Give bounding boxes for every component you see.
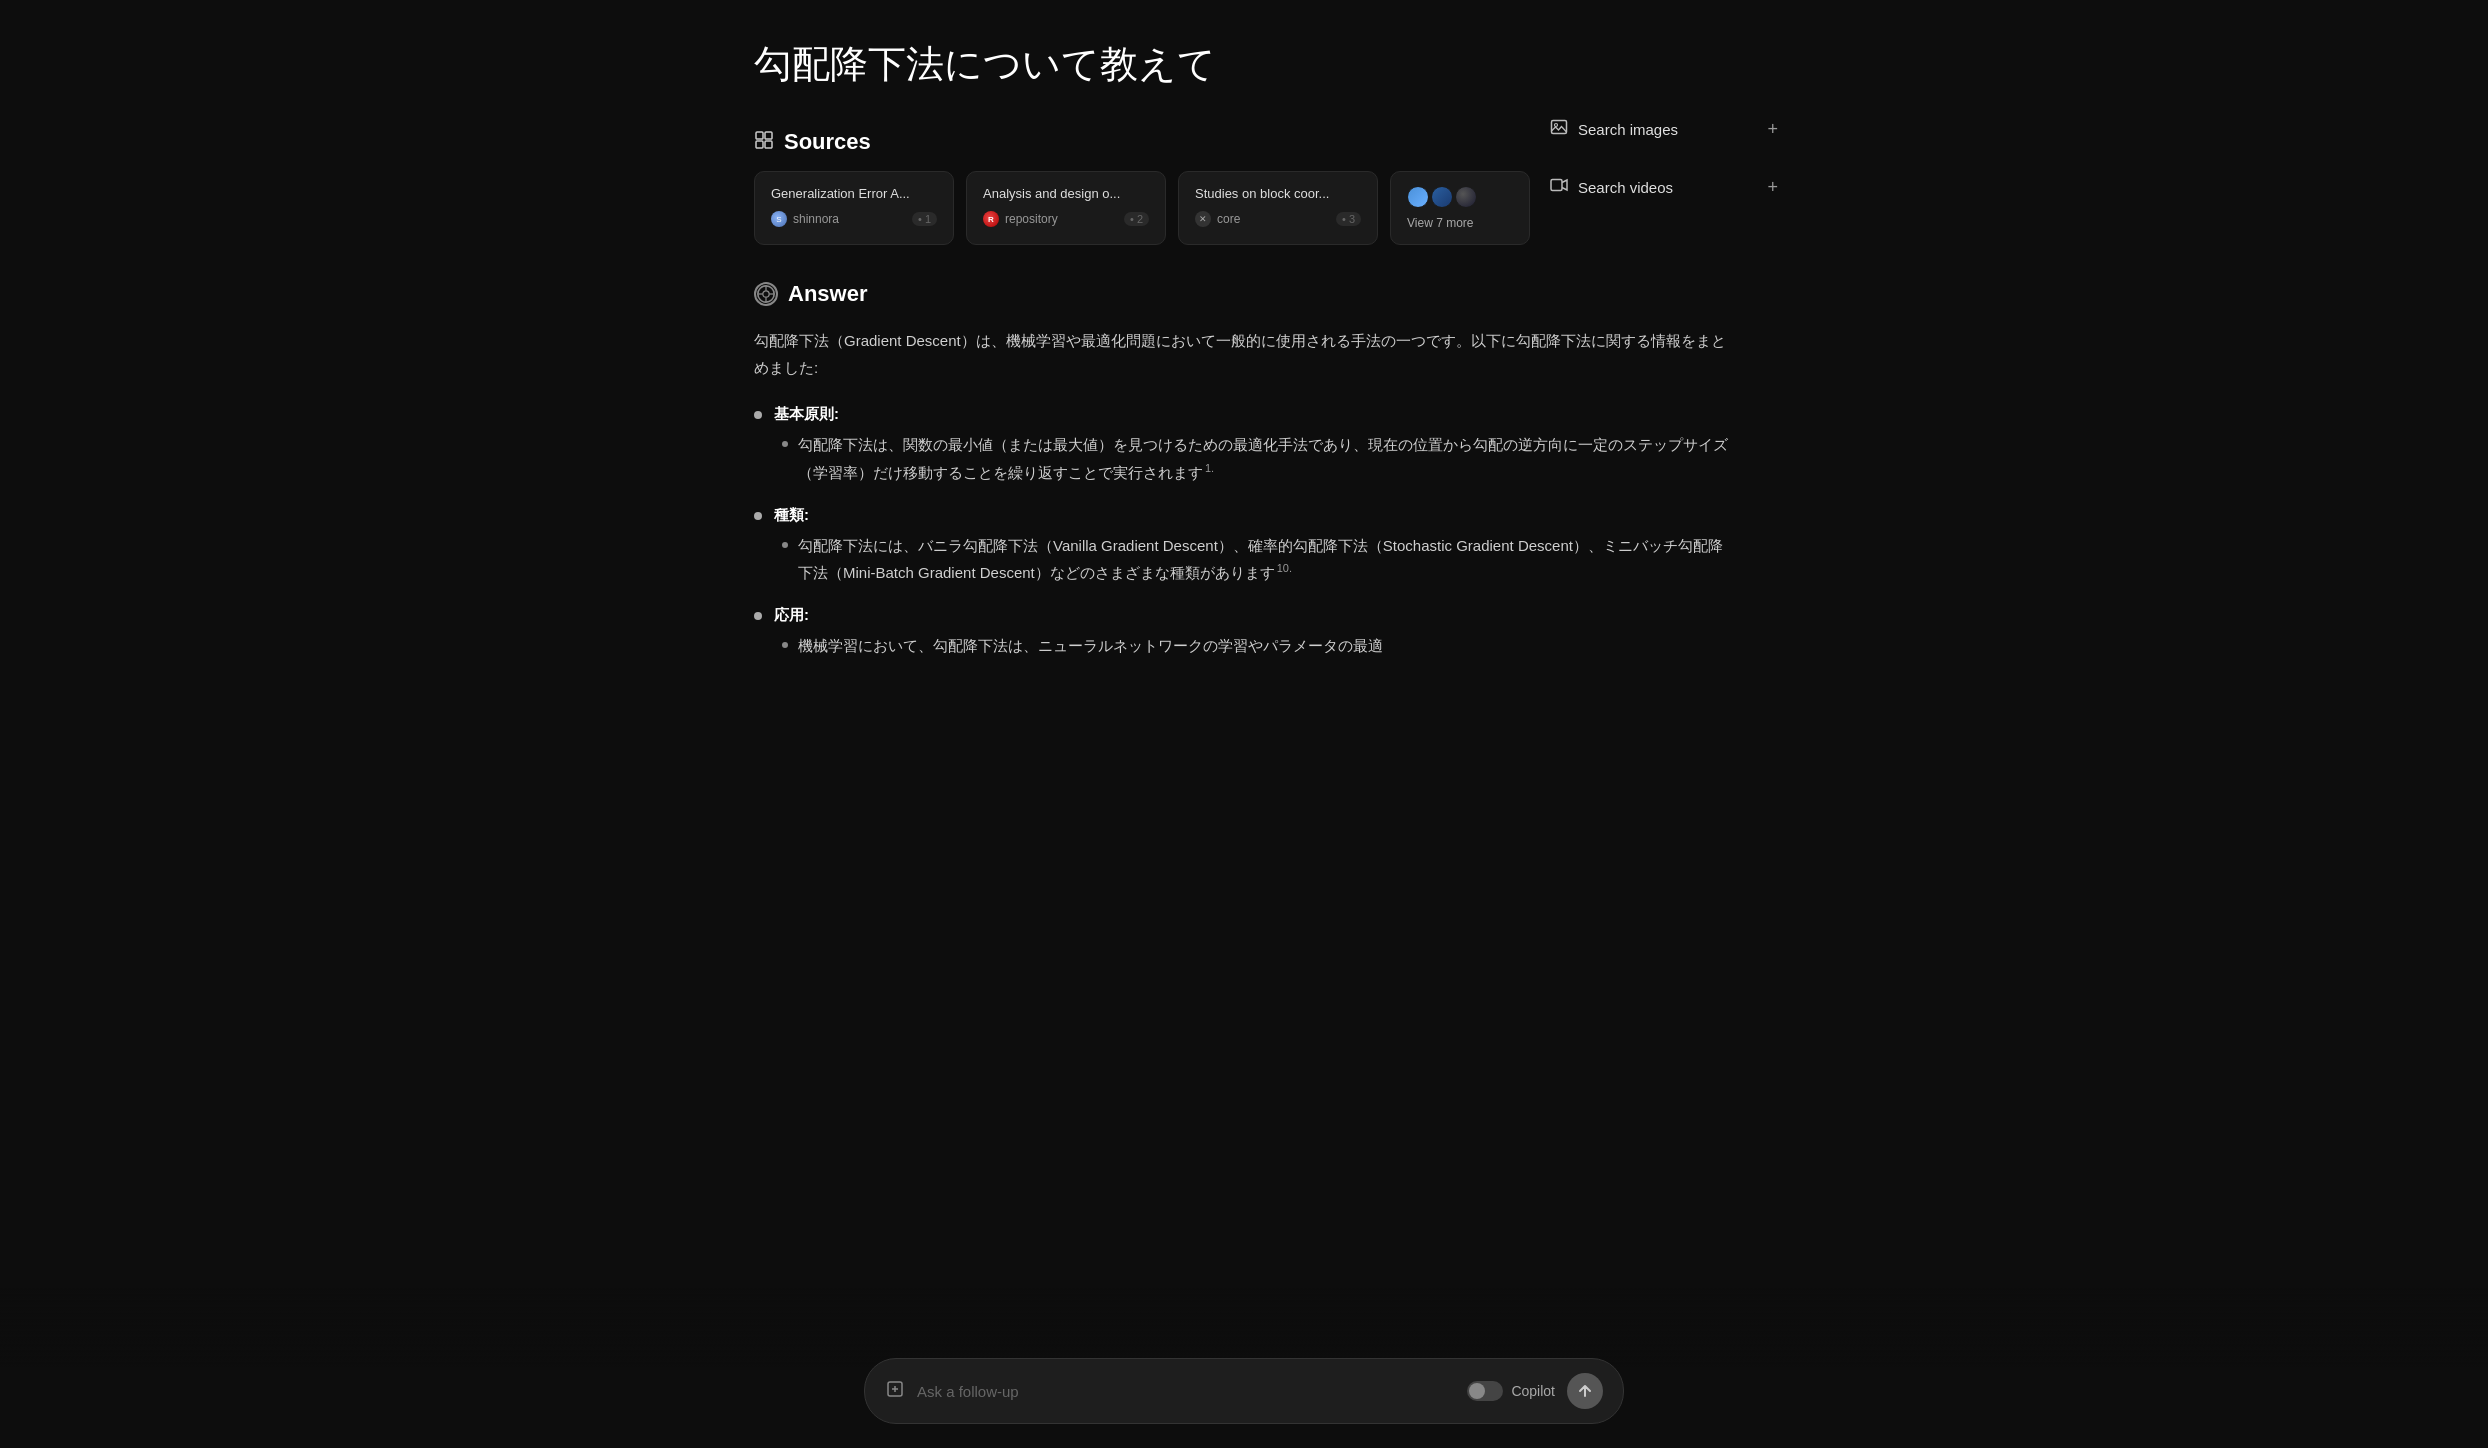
source-author-1: S shinnora: [771, 211, 839, 227]
bullet-item-1: 基本原則: 勾配降下法は、関数の最小値（または最大値）を見つけるための最適化手法…: [754, 405, 1734, 486]
source-count-1: • 1: [912, 212, 937, 226]
svg-rect-2: [756, 141, 763, 148]
source-count-2: • 2: [1124, 212, 1149, 226]
sources-title: Sources: [784, 129, 871, 155]
sub-bullet-dot-3-1: [782, 642, 788, 648]
source-author-2: R repository: [983, 211, 1058, 227]
sub-bullet-dot-1-1: [782, 441, 788, 447]
sub-bullet-text-1-1: 勾配降下法は、関数の最小値（または最大値）を見つけるための最適化手法であり、現在…: [798, 432, 1734, 486]
search-videos-label: Search videos: [1578, 179, 1673, 196]
bullet-dot-1: [754, 411, 762, 419]
answer-title: Answer: [788, 281, 867, 307]
answer-bullet-list: 基本原則: 勾配降下法は、関数の最小値（または最大値）を見つけるための最適化手法…: [754, 405, 1734, 659]
bullet-item-2: 種類: 勾配降下法には、バニラ勾配降下法（Vanilla Gradient De…: [754, 506, 1734, 587]
toggle-switch[interactable]: [1467, 1381, 1503, 1401]
view-more-avatar-1: [1407, 186, 1429, 208]
view-more-card[interactable]: View 7 more: [1390, 171, 1530, 245]
sub-bullet-list-1: 勾配降下法は、関数の最小値（または最大値）を見つけるための最適化手法であり、現在…: [754, 432, 1734, 486]
view-more-avatar-3: [1455, 186, 1477, 208]
bottom-bar: Copilot: [864, 1358, 1624, 1424]
citation-1: 1.: [1205, 462, 1214, 474]
source-card-meta-1: S shinnora • 1: [771, 211, 937, 227]
search-videos-plus: +: [1767, 177, 1778, 198]
source-card-meta-2: R repository • 2: [983, 211, 1149, 227]
source-count-3: • 3: [1336, 212, 1361, 226]
search-images-button[interactable]: Search images +: [1534, 100, 1794, 158]
source-card-3[interactable]: Studies on block coor... ✕ core • 3: [1178, 171, 1378, 245]
sub-bullet-list-2: 勾配降下法には、バニラ勾配降下法（Vanilla Gradient Descen…: [754, 533, 1734, 587]
bullet-label-3: 応用:: [774, 606, 809, 625]
source-author-3: ✕ core: [1195, 211, 1240, 227]
svg-point-11: [1555, 124, 1558, 127]
source-card-1[interactable]: Generalization Error A... S shinnora • 1: [754, 171, 954, 245]
sub-bullet-3-1: 機械学習において、勾配降下法は、ニューラルネットワークの学習やパラメータの最適: [782, 633, 1734, 659]
right-sidebar: Search images + Search videos +: [1534, 100, 1794, 216]
send-button[interactable]: [1567, 1373, 1603, 1409]
sub-bullet-1-1: 勾配降下法は、関数の最小値（または最大値）を見つけるための最適化手法であり、現在…: [782, 432, 1734, 486]
search-images-plus: +: [1767, 119, 1778, 140]
compose-icon: [885, 1379, 905, 1404]
svg-rect-0: [756, 132, 763, 139]
view-more-avatar-2: [1431, 186, 1453, 208]
svg-point-5: [763, 291, 769, 297]
bullet-label-2: 種類:: [774, 506, 809, 525]
search-videos-button[interactable]: Search videos +: [1534, 158, 1794, 216]
answer-icon: [754, 282, 778, 306]
source-avatar-3: ✕: [1195, 211, 1211, 227]
video-icon: [1550, 176, 1568, 198]
page-title: 勾配降下法について教えて: [754, 40, 1734, 89]
copilot-toggle[interactable]: Copilot: [1467, 1381, 1555, 1401]
source-card-title-2: Analysis and design o...: [983, 186, 1149, 201]
svg-rect-10: [1552, 121, 1567, 134]
bullet-dot-2: [754, 512, 762, 520]
fade-overlay: [0, 1288, 2488, 1368]
view-more-avatars: [1407, 186, 1479, 208]
sub-bullet-list-3: 機械学習において、勾配降下法は、ニューラルネットワークの学習やパラメータの最適: [754, 633, 1734, 659]
bullet-label-1: 基本原則:: [774, 405, 839, 424]
image-icon: [1550, 118, 1568, 140]
sub-bullet-2-1: 勾配降下法には、バニラ勾配降下法（Vanilla Gradient Descen…: [782, 533, 1734, 587]
svg-rect-1: [765, 132, 772, 139]
source-avatar-1: S: [771, 211, 787, 227]
source-avatar-2: R: [983, 211, 999, 227]
source-card-title-3: Studies on block coor...: [1195, 186, 1361, 201]
sub-bullet-text-2-1: 勾配降下法には、バニラ勾配降下法（Vanilla Gradient Descen…: [798, 533, 1734, 587]
search-images-label: Search images: [1578, 121, 1678, 138]
answer-intro: 勾配降下法（Gradient Descent）は、機械学習や最適化問題において一…: [754, 327, 1734, 381]
answer-section: Answer 勾配降下法（Gradient Descent）は、機械学習や最適化…: [754, 281, 1734, 659]
svg-rect-12: [1551, 180, 1562, 191]
answer-header: Answer: [754, 281, 1734, 307]
source-card-meta-3: ✕ core • 3: [1195, 211, 1361, 227]
svg-rect-3: [765, 141, 772, 148]
sub-bullet-dot-2-1: [782, 542, 788, 548]
sub-bullet-text-3-1: 機械学習において、勾配降下法は、ニューラルネットワークの学習やパラメータの最適: [798, 633, 1383, 659]
toggle-knob: [1469, 1383, 1485, 1399]
bullet-dot-3: [754, 612, 762, 620]
bullet-item-3: 応用: 機械学習において、勾配降下法は、ニューラルネットワークの学習やパラメータ…: [754, 606, 1734, 659]
copilot-label: Copilot: [1511, 1383, 1555, 1399]
source-card-2[interactable]: Analysis and design o... R repository • …: [966, 171, 1166, 245]
view-more-text: View 7 more: [1407, 216, 1473, 230]
follow-up-input[interactable]: [917, 1383, 1455, 1400]
source-card-title-1: Generalization Error A...: [771, 186, 937, 201]
citation-2: 10.: [1277, 562, 1292, 574]
sources-icon: [754, 130, 774, 155]
